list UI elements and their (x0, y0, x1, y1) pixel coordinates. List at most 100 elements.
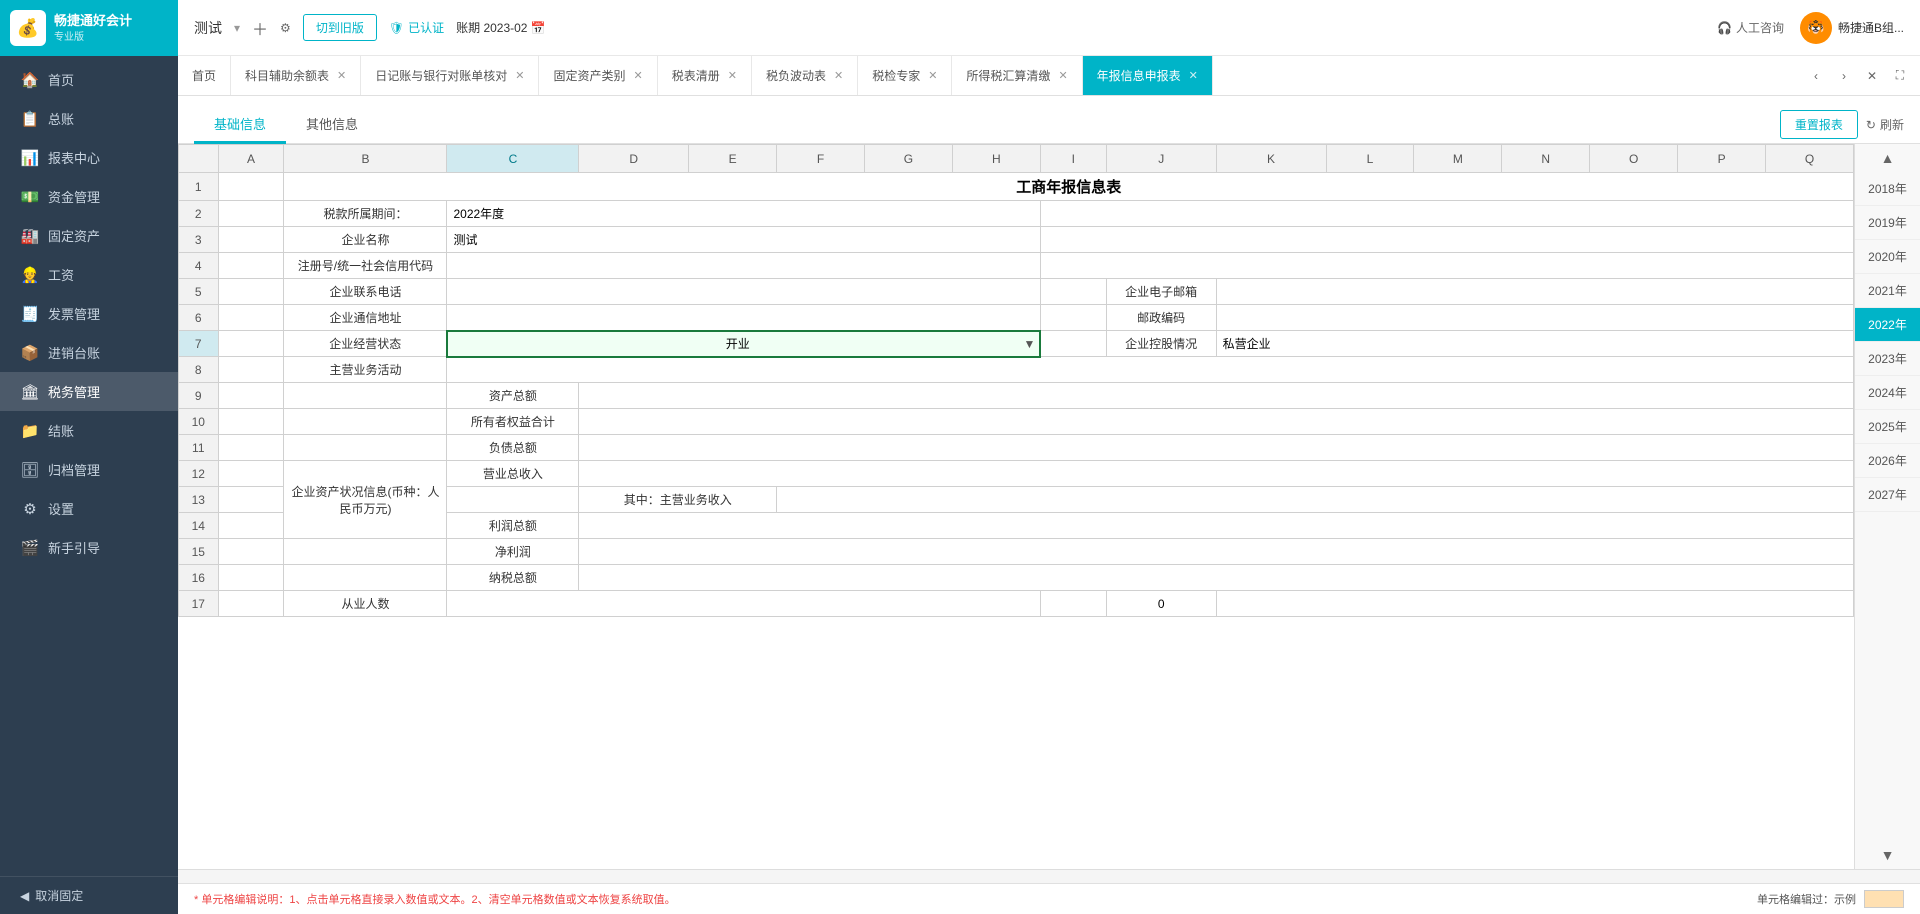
cell-c12[interactable]: 营业总收入 (447, 461, 579, 487)
cell-b4[interactable]: 注册号/统一社会信用代码 (284, 253, 447, 279)
sidebar-item-inout[interactable]: 📦 进销台账 (0, 333, 178, 372)
cell-d11[interactable] (579, 435, 1854, 461)
cell-a8[interactable] (218, 357, 284, 383)
settings-button[interactable]: ⚙ (280, 21, 291, 35)
row-header[interactable]: 13 (179, 487, 219, 513)
tab-tax-expert[interactable]: 税检专家 ✕ (858, 56, 952, 96)
cell-rest-4[interactable] (1040, 253, 1853, 279)
cell-d9[interactable] (579, 383, 1854, 409)
row-header[interactable]: 7 (179, 331, 219, 357)
col-header-l[interactable]: L (1326, 145, 1414, 173)
add-tab-button[interactable]: ＋ (252, 16, 268, 40)
col-header-j[interactable]: J (1106, 145, 1216, 173)
year-up-button[interactable]: ▲ (1855, 144, 1920, 172)
cell-c4[interactable] (447, 253, 1040, 279)
cell-a3[interactable] (218, 227, 284, 253)
cell-k5[interactable] (1216, 279, 1853, 305)
year-item-2022[interactable]: 2022年 (1855, 308, 1920, 342)
service-button[interactable]: 🎧 人工咨询 (1717, 19, 1784, 36)
cell-c6[interactable] (447, 305, 1040, 331)
cell-b9[interactable] (284, 383, 447, 409)
tab-tax-wave[interactable]: 税负波动表 ✕ (752, 56, 858, 96)
refresh-button[interactable]: ↻ 刷新 (1866, 116, 1904, 133)
tab-close-all-button[interactable]: ✕ (1860, 64, 1884, 88)
tab-close-icon[interactable]: ✕ (337, 69, 346, 82)
sub-tab-other[interactable]: 其他信息 (286, 106, 378, 144)
row-header[interactable]: 10 (179, 409, 219, 435)
cell-c2[interactable]: 2022年度 (447, 201, 1040, 227)
cell-c17[interactable] (447, 591, 1040, 617)
col-header-q[interactable]: Q (1766, 145, 1854, 173)
col-header-c[interactable]: C (447, 145, 579, 173)
cell-rest-3[interactable] (1040, 227, 1853, 253)
cell-a17[interactable] (218, 591, 284, 617)
cell-d14[interactable] (579, 513, 1854, 539)
cell-title[interactable]: 工商年报信息表 (284, 173, 1854, 201)
row-header[interactable]: 5 (179, 279, 219, 305)
cell-c8[interactable] (447, 357, 1854, 383)
year-item-2019[interactable]: 2019年 (1855, 206, 1920, 240)
col-header-i[interactable]: I (1040, 145, 1106, 173)
tab-next-button[interactable]: › (1832, 64, 1856, 88)
sidebar-item-salary[interactable]: 👷 工资 (0, 255, 178, 294)
cell-d16[interactable] (579, 565, 1854, 591)
cell-b10[interactable] (284, 409, 447, 435)
sidebar-item-tax[interactable]: 🏛 税务管理 (0, 372, 178, 411)
tab-prev-button[interactable]: ‹ (1804, 64, 1828, 88)
row-header[interactable]: 8 (179, 357, 219, 383)
cell-b5[interactable]: 企业联系电话 (284, 279, 447, 305)
sidebar-item-assets[interactable]: 🏭 固定资产 (0, 216, 178, 255)
sheet-main[interactable]: A B C D E F G H I J K L M (178, 144, 1854, 869)
cell-b8[interactable]: 主营业务活动 (284, 357, 447, 383)
switch-mode-button[interactable]: 切到旧版 (303, 14, 377, 41)
cell-k6[interactable] (1216, 305, 1853, 331)
col-header-m[interactable]: M (1414, 145, 1502, 173)
horizontal-scrollbar[interactable] (178, 869, 1920, 883)
sidebar-item-ledger[interactable]: 📋 总账 (0, 99, 178, 138)
sidebar-item-archive[interactable]: 🗄 归档管理 (0, 450, 178, 489)
tab-close-icon[interactable]: ✕ (1189, 69, 1198, 82)
row-header[interactable]: 3 (179, 227, 219, 253)
col-header-d[interactable]: D (579, 145, 689, 173)
row-header[interactable]: 15 (179, 539, 219, 565)
cell-j6[interactable]: 邮政编码 (1106, 305, 1216, 331)
tab-close-icon[interactable]: ✕ (928, 69, 937, 82)
reset-button[interactable]: 重置报表 (1780, 110, 1858, 139)
cell-a13[interactable] (218, 487, 284, 513)
cell-k17[interactable] (1216, 591, 1853, 617)
cell-a14[interactable] (218, 513, 284, 539)
dropdown-arrow-icon[interactable]: ▾ (234, 21, 240, 35)
cell-i7[interactable] (1040, 331, 1106, 357)
cell-a11[interactable] (218, 435, 284, 461)
row-header[interactable]: 17 (179, 591, 219, 617)
cell-c7-dropdown[interactable]: 开业 ▼ (447, 331, 1040, 357)
cell-a5[interactable] (218, 279, 284, 305)
year-item-2025[interactable]: 2025年 (1855, 410, 1920, 444)
sidebar-item-close[interactable]: 📁 结账 (0, 411, 178, 450)
cell-j17[interactable]: 0 (1106, 591, 1216, 617)
tab-tax-table[interactable]: 税表清册 ✕ (658, 56, 752, 96)
cell-b3[interactable]: 企业名称 (284, 227, 447, 253)
cell-j5[interactable]: 企业电子邮箱 (1106, 279, 1216, 305)
sidebar-item-guide[interactable]: 🎬 新手引导 (0, 528, 178, 567)
cell-k7[interactable]: 私营企业 (1216, 331, 1853, 357)
cell-c10[interactable]: 所有者权益合计 (447, 409, 579, 435)
cell-c11[interactable]: 负债总额 (447, 435, 579, 461)
row-header[interactable]: 2 (179, 201, 219, 227)
cell-i5[interactable] (1040, 279, 1106, 305)
col-header-f[interactable]: F (777, 145, 865, 173)
cell-i17[interactable] (1040, 591, 1106, 617)
row-header[interactable]: 11 (179, 435, 219, 461)
cell-a12[interactable] (218, 461, 284, 487)
tab-annual-report[interactable]: 年报信息申报表 ✕ (1083, 56, 1213, 96)
row-header[interactable]: 1 (179, 173, 219, 201)
user-menu[interactable]: 🐯 畅捷通B组... (1800, 12, 1904, 44)
cell-d12[interactable] (579, 461, 1854, 487)
cell-a16[interactable] (218, 565, 284, 591)
tab-fixed-asset[interactable]: 固定资产类别 ✕ (539, 56, 657, 96)
cell-b11[interactable] (284, 435, 447, 461)
year-item-2023[interactable]: 2023年 (1855, 342, 1920, 376)
year-item-2027[interactable]: 2027年 (1855, 478, 1920, 512)
sidebar-item-reports[interactable]: 📊 报表中心 (0, 138, 178, 177)
cell-a9[interactable] (218, 383, 284, 409)
